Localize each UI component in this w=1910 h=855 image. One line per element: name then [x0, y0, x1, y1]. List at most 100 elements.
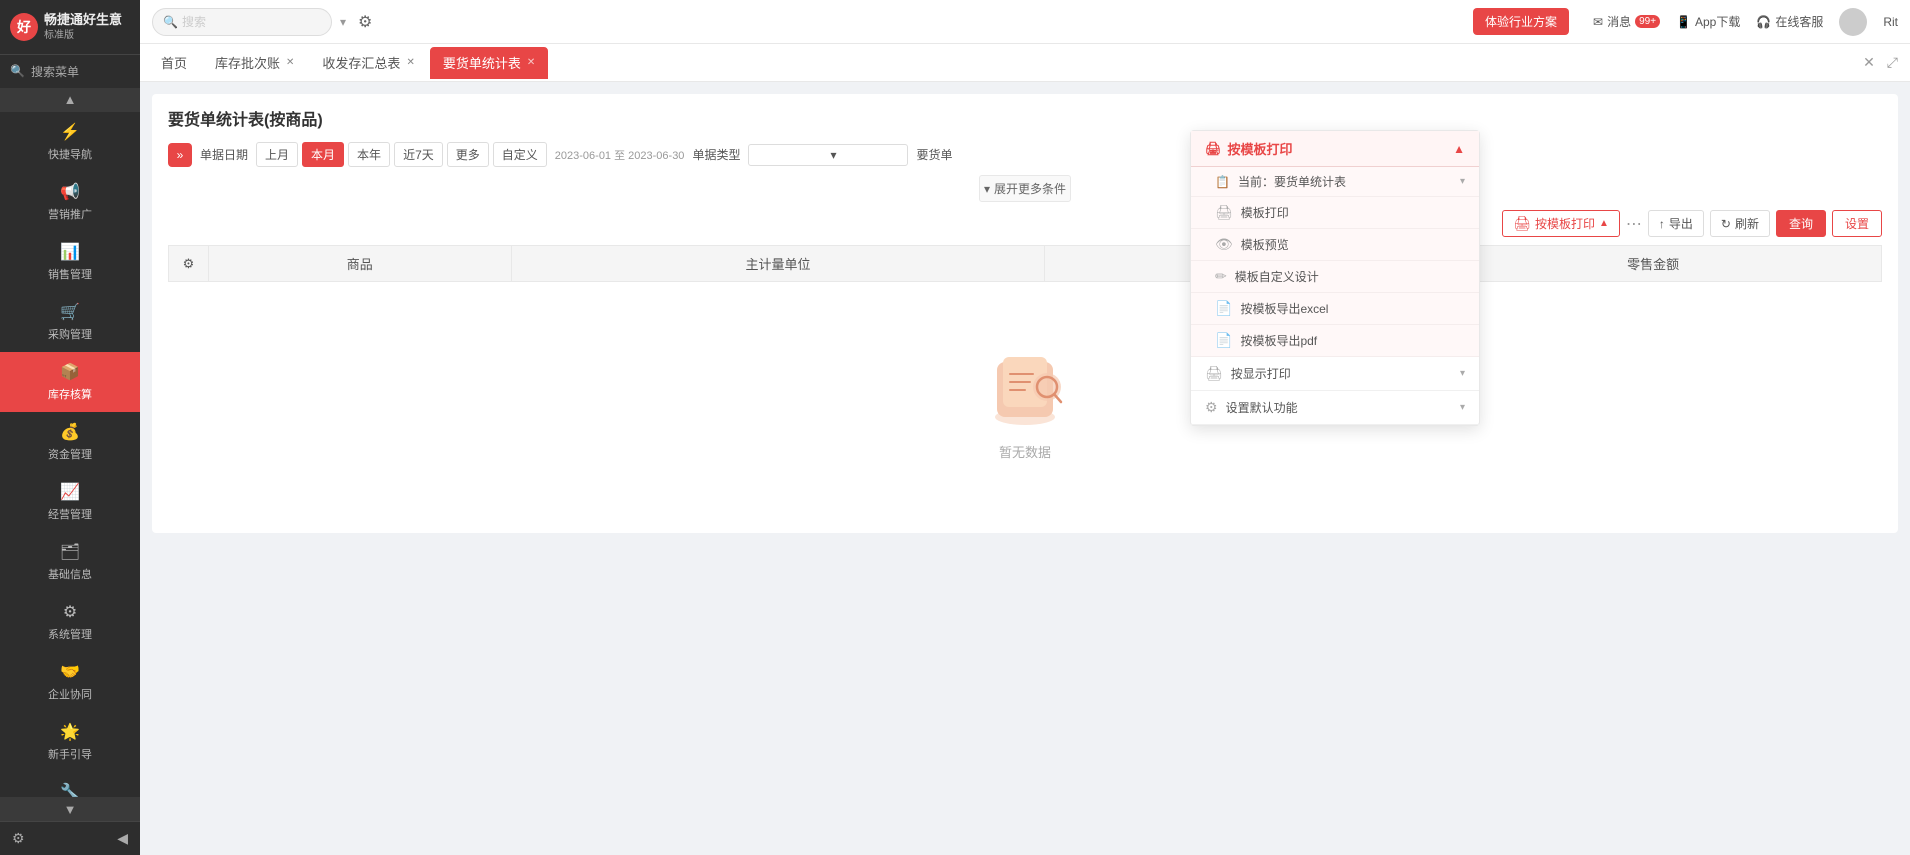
template-pdf-icon: 📄	[1215, 332, 1232, 349]
appstore-icon: 🔧	[60, 782, 80, 797]
footer-settings-icon[interactable]: ⚙	[12, 830, 25, 847]
tab-home[interactable]: 首页	[148, 47, 200, 79]
topbar: 🔍 搜索 ▾ ⚙ 体验行业方案 ✉ 消息 99+ 📱 App下载 🎧 在线客服 …	[140, 0, 1910, 44]
current-template-icon: 📋	[1215, 175, 1230, 189]
footer-collapse-icon[interactable]: ◀	[117, 830, 128, 847]
tabs-bar: 首页 库存批次账 ✕ 收发存汇总表 ✕ 要货单统计表 ✕ ✕ ⤢	[140, 44, 1910, 82]
refresh-button[interactable]: ↻ 刷新	[1710, 210, 1770, 237]
sidebar-item-quick-nav[interactable]: ⚡ 快捷导航	[0, 112, 140, 172]
set-default-section[interactable]: ⚙ 设置默认功能 ▾	[1191, 391, 1479, 425]
online-service-button[interactable]: 🎧 在线客服	[1756, 13, 1823, 30]
sidebar-scroll-down[interactable]: ▼	[0, 797, 140, 821]
template-preview-item[interactable]: 👁 模板预览	[1191, 229, 1479, 261]
topbar-settings-icon[interactable]: ⚙	[358, 12, 372, 32]
tab-order-stats[interactable]: 要货单统计表 ✕	[430, 47, 548, 79]
tab-receipt-summary[interactable]: 收发存汇总表 ✕	[309, 47, 427, 79]
sidebar-item-collab[interactable]: 🤝 企业协同	[0, 652, 140, 712]
filter-expand-button[interactable]: »	[168, 143, 192, 167]
message-button[interactable]: ✉ 消息 99+	[1593, 13, 1660, 30]
sidebar-search[interactable]: 🔍 搜索菜单	[0, 55, 140, 88]
print-dropdown-button[interactable]: 🖨 按模板打印 ▲	[1502, 210, 1620, 237]
purchase-icon: 🛒	[60, 302, 80, 322]
industry-plan-button[interactable]: 体验行业方案	[1473, 8, 1569, 35]
system-icon: ⚙	[63, 602, 77, 622]
page-card: 要货单统计表(按商品) » 单据日期 上月 本月 本年 近7天 更多 自定义 2…	[152, 94, 1898, 533]
template-pdf-item[interactable]: 📄 按模板导出pdf	[1191, 325, 1479, 357]
export-icon: ↑	[1659, 217, 1665, 231]
page-content: 要货单统计表(按商品) » 单据日期 上月 本月 本年 近7天 更多 自定义 2…	[140, 82, 1910, 855]
date-btn-more[interactable]: 更多	[447, 142, 489, 167]
topbar-dropdown-arrow[interactable]: ▾	[340, 15, 346, 29]
username-label: Rit	[1883, 15, 1898, 29]
template-custom-item[interactable]: ✏ 模板自定义设计	[1191, 261, 1479, 293]
sidebar-item-operation[interactable]: 📈 经营管理	[0, 472, 140, 532]
operation-icon: 📈	[60, 482, 80, 502]
sidebar-item-system[interactable]: ⚙ 系统管理	[0, 592, 140, 652]
sidebar-item-marketing[interactable]: 📢 营销推广	[0, 172, 140, 232]
refresh-icon: ↻	[1721, 217, 1731, 231]
tab-receipt-summary-close[interactable]: ✕	[406, 57, 414, 68]
tab-inventory-batch[interactable]: 库存批次账 ✕	[202, 47, 307, 79]
sidebar-item-purchase[interactable]: 🛒 采购管理	[0, 292, 140, 352]
sidebar-scroll-up[interactable]: ▲	[0, 88, 140, 112]
tabs-maximize-button[interactable]: ⤢	[1883, 52, 1902, 73]
filter-expand-icon: »	[177, 148, 184, 162]
date-btn-this-year[interactable]: 本年	[348, 142, 390, 167]
sidebar-item-sales[interactable]: 📊 销售管理	[0, 232, 140, 292]
data-table: ⚙ 商品 主计量单位 主数量 零售金额	[168, 245, 1882, 282]
print-dropdown-header[interactable]: 🖨 按模板打印 ▲	[1191, 131, 1479, 167]
current-template-row[interactable]: 📋 当前：要货单统计表 ▾	[1191, 167, 1479, 197]
date-btn-last-month[interactable]: 上月	[256, 142, 298, 167]
sidebar-item-guide[interactable]: 🌟 新手引导	[0, 712, 140, 772]
template-custom-icon: ✏	[1215, 268, 1227, 285]
toolbar-more-icon[interactable]: ⋯	[1626, 214, 1642, 234]
app-download-button[interactable]: 📱 App下载	[1676, 13, 1740, 30]
tabs-bar-right: ✕ ⤢	[1859, 52, 1902, 73]
template-print-item[interactable]: 🖨 模板打印	[1191, 197, 1479, 229]
template-print-icon: 🖨	[1215, 204, 1233, 221]
toolbar-row: 🖨 按模板打印 ▲ ⋯ ↑ 导出 ↻ 刷新 查询 设置	[168, 210, 1882, 237]
date-btn-custom[interactable]: 自定义	[493, 142, 547, 167]
date-range-display: 2023-06-01 至 2023-06-30	[555, 147, 685, 163]
col-retail-amount: 零售金额	[1425, 246, 1882, 282]
settings-button[interactable]: 设置	[1832, 210, 1882, 237]
message-icon: ✉	[1593, 15, 1603, 29]
display-print-section[interactable]: 🖨 按显示打印 ▾	[1191, 357, 1479, 391]
print-header-label: 按模板打印	[1228, 139, 1293, 158]
topbar-search-box[interactable]: 🔍 搜索	[152, 8, 332, 36]
sidebar-nav: ⚡ 快捷导航 📢 营销推广 📊 销售管理 🛒 采购管理 📦 库存核算 💰 资金管…	[0, 112, 140, 797]
guide-icon: 🌟	[60, 722, 80, 742]
order-type-arrow: ▾	[830, 148, 899, 162]
sales-icon: 📊	[60, 242, 80, 262]
template-excel-item[interactable]: 📄 按模板导出excel	[1191, 293, 1479, 325]
user-avatar[interactable]	[1839, 8, 1867, 36]
main-content: 🔍 搜索 ▾ ⚙ 体验行业方案 ✉ 消息 99+ 📱 App下载 🎧 在线客服 …	[140, 0, 1910, 855]
order-type-select[interactable]: ▾	[748, 144, 908, 166]
sidebar-item-appstore[interactable]: 🔧 应用中心	[0, 772, 140, 797]
topbar-search-placeholder: 搜索	[182, 13, 206, 30]
page-title: 要货单统计表(按商品)	[168, 106, 1882, 130]
message-badge: 99+	[1635, 15, 1660, 28]
display-print-icon: 🖨	[1205, 365, 1223, 382]
date-btn-this-month[interactable]: 本月	[302, 142, 344, 167]
col-settings[interactable]: ⚙	[169, 246, 209, 282]
print-dropdown-collapse-arrow[interactable]: ▲	[1453, 142, 1465, 156]
expand-more-conditions[interactable]: ▾ 展开更多条件	[979, 175, 1071, 202]
sidebar-item-inventory[interactable]: 📦 库存核算	[0, 352, 140, 412]
col-product: 商品	[209, 246, 512, 282]
printer-icon: 🖨	[1513, 215, 1531, 232]
quick-nav-icon: ⚡	[60, 122, 80, 142]
topbar-search-icon: 🔍	[163, 15, 178, 29]
expand-more-icon: ▾	[984, 182, 990, 196]
tabs-close-all-button[interactable]: ✕	[1859, 52, 1879, 73]
date-btn-7days[interactable]: 近7天	[394, 142, 443, 167]
headset-icon: 🎧	[1756, 15, 1771, 29]
date-buttons: 上月 本月 本年 近7天 更多 自定义	[256, 142, 547, 167]
tab-inventory-batch-close[interactable]: ✕	[286, 57, 294, 68]
toolbar-right: 🖨 按模板打印 ▲ ⋯ ↑ 导出 ↻ 刷新 查询 设置	[1502, 210, 1882, 237]
query-button[interactable]: 查询	[1776, 210, 1826, 237]
sidebar-item-basic[interactable]: 🗂 基础信息	[0, 532, 140, 592]
sidebar-item-finance[interactable]: 💰 资金管理	[0, 412, 140, 472]
tab-order-stats-close[interactable]: ✕	[527, 57, 535, 68]
export-button[interactable]: ↑ 导出	[1648, 210, 1704, 237]
